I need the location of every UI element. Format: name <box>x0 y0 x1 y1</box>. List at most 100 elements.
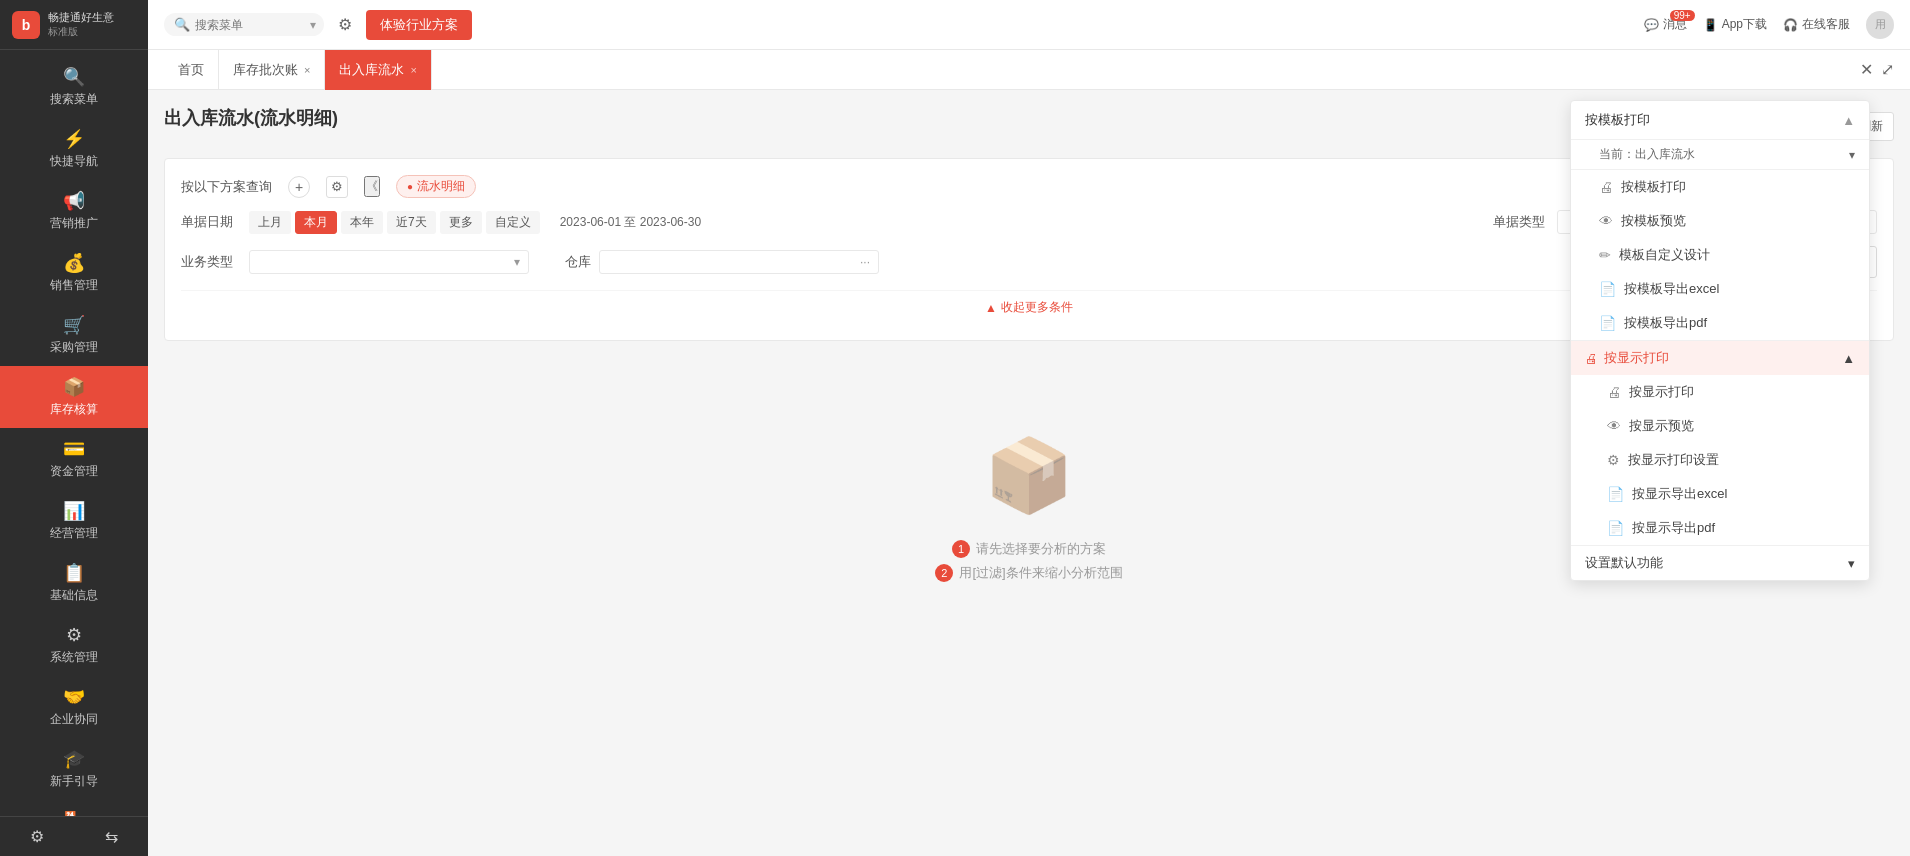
date-filter-tags: 上月本月本年近7天更多自定义 <box>249 211 540 234</box>
dropdown-display-display-export-excel[interactable]: 📄按显示导出excel <box>1571 477 1869 511</box>
enterprise-icon: 🤝 <box>63 686 85 708</box>
business-type-label: 业务类型 <box>181 253 233 271</box>
tabbar-right: ✕ ⤢ <box>1860 60 1894 79</box>
warehouse-select[interactable]: ··· <box>599 250 879 274</box>
display-print-label: 按显示打印 <box>1629 383 1694 401</box>
dropdown-item-template-print[interactable]: 🖨按模板打印 <box>1571 170 1869 204</box>
dropdown-current-template[interactable]: 当前：出入库流水 ▾ <box>1571 140 1869 170</box>
search-dropdown-icon[interactable]: ▾ <box>310 18 316 32</box>
dropdown-display-display-print[interactable]: 🖨 按显示打印 <box>1571 375 1869 409</box>
tab-home[interactable]: 首页 <box>164 50 219 90</box>
collapse-bar-label: 收起更多条件 <box>1001 299 1073 316</box>
dropdown-display-display-export-pdf[interactable]: 📄按显示导出pdf <box>1571 511 1869 545</box>
dropdown-display-display-preview[interactable]: 👁按显示预览 <box>1571 409 1869 443</box>
marketing-label: 营销推广 <box>50 215 98 232</box>
topbar: 🔍 ▾ ⚙ 体验行业方案 💬 消息 99+ 📱 App下载 🎧 在线客服 用 <box>148 0 1910 50</box>
search-input[interactable] <box>195 18 305 32</box>
sidebar-item-guide[interactable]: 🎓 新手引导 <box>0 738 148 800</box>
display-print-settings-icon: ⚙ <box>1607 452 1620 468</box>
tab-batch-close[interactable]: × <box>304 64 310 76</box>
sidebar-item-inventory[interactable]: 📦 库存核算 <box>0 366 148 428</box>
sidebar-item-search[interactable]: 🔍 搜索菜单 <box>0 56 148 118</box>
date-tag-上月[interactable]: 上月 <box>249 211 291 234</box>
sidebar-item-operations[interactable]: 📊 经营管理 <box>0 490 148 552</box>
display-export-excel-icon: 📄 <box>1607 486 1624 502</box>
marketing-icon: 📢 <box>63 190 85 212</box>
dropdown-header-arrow[interactable]: ▲ <box>1842 113 1855 128</box>
dropdown-item-template-customize[interactable]: ✏ 模板自定义设计 <box>1571 238 1869 272</box>
enterprise-label: 企业协同 <box>50 711 98 728</box>
filter-collapse-button[interactable]: 《 <box>364 176 380 197</box>
date-tag-本年[interactable]: 本年 <box>341 211 383 234</box>
trial-button[interactable]: 体验行业方案 <box>366 10 472 40</box>
display-print-settings-label: 按显示打印设置 <box>1628 451 1719 469</box>
sidebar-item-basics[interactable]: 📋 基础信息 <box>0 552 148 614</box>
dropdown-footer-arrow: ▾ <box>1848 556 1855 571</box>
sidebar-item-enterprise[interactable]: 🤝 企业协同 <box>0 676 148 738</box>
tab-batch-label: 库存批次账 <box>233 61 298 79</box>
type-label: 单据类型 <box>1493 213 1545 231</box>
dropdown-item-template-preview[interactable]: 👁按模板预览 <box>1571 204 1869 238</box>
guide-label: 新手引导 <box>50 773 98 790</box>
message-button[interactable]: 💬 消息 99+ <box>1644 16 1687 33</box>
headset-icon: 🎧 <box>1783 18 1798 32</box>
business-type-select[interactable]: ▾ <box>249 250 529 274</box>
tab-flow[interactable]: 出入库流水 × <box>325 50 431 90</box>
message-icon: 💬 <box>1644 18 1659 32</box>
purchase-icon: 🛒 <box>63 314 85 336</box>
sidebar-item-finance[interactable]: 💳 资金管理 <box>0 428 148 490</box>
search-icon: 🔍 <box>174 17 190 32</box>
online-service-button[interactable]: 🎧 在线客服 <box>1783 16 1850 33</box>
topbar-gear-icon[interactable]: ⚙ <box>338 15 352 34</box>
dropdown-item-template-export-pdf[interactable]: 📄按模板导出pdf <box>1571 306 1869 340</box>
quicknav-icon: ⚡ <box>63 128 85 150</box>
display-printer-icon: 🖨 <box>1585 351 1598 366</box>
sidebar-toggle-icon[interactable]: ⇆ <box>105 827 118 846</box>
quicknav-label: 快捷导航 <box>50 153 98 170</box>
tab-batch[interactable]: 库存批次账 × <box>219 50 325 90</box>
sidebar-nav: 🔍 搜索菜单 ⚡ 快捷导航 📢 营销推广 💰 销售管理 🛒 采购管理 📦 库存核… <box>0 50 148 816</box>
current-template-arrow: ▾ <box>1849 148 1855 162</box>
tab-close-all-icon[interactable]: ✕ <box>1860 60 1873 79</box>
filter-settings-button[interactable]: ⚙ <box>326 176 348 198</box>
template-customize-icon: ✏ <box>1599 247 1611 263</box>
display-export-pdf-label: 按显示导出pdf <box>1632 519 1715 537</box>
tab-flow-label: 出入库流水 <box>339 61 404 79</box>
dropdown-item-template-export-excel[interactable]: 📄按模板导出excel <box>1571 272 1869 306</box>
date-tag-本月[interactable]: 本月 <box>295 211 337 234</box>
dropdown-display-section-header[interactable]: 🖨 按显示打印 ▲ <box>1571 340 1869 375</box>
filter-breadcrumb-item[interactable]: ● 流水明细 <box>396 175 476 198</box>
inventory-label: 库存核算 <box>50 401 98 418</box>
template-customize-label: 模板自定义设计 <box>1619 246 1710 264</box>
inventory-icon: 📦 <box>63 376 85 398</box>
dropdown-footer[interactable]: 设置默认功能 ▾ <box>1571 545 1869 580</box>
sidebar-item-purchase[interactable]: 🛒 采购管理 <box>0 304 148 366</box>
sidebar-item-quicknav[interactable]: ⚡ 快捷导航 <box>0 118 148 180</box>
sidebar-item-marketing[interactable]: 📢 营销推广 <box>0 180 148 242</box>
empty-icon: 📦 <box>984 433 1074 518</box>
display-preview-icon: 👁 <box>1607 418 1621 434</box>
date-tag-自定义[interactable]: 自定义 <box>486 211 540 234</box>
topbar-right: 💬 消息 99+ 📱 App下载 🎧 在线客服 用 <box>1644 11 1894 39</box>
display-print-icon: 🖨 <box>1607 384 1621 400</box>
tab-flow-close[interactable]: × <box>410 64 416 76</box>
date-tag-近7天[interactable]: 近7天 <box>387 211 436 234</box>
display-section-label: 🖨 按显示打印 <box>1585 349 1669 367</box>
sidebar-settings-icon[interactable]: ⚙ <box>30 827 44 846</box>
sidebar: b 畅捷通好生意 标准版 🔍 搜索菜单 ⚡ 快捷导航 📢 营销推广 💰 销售管理… <box>0 0 148 856</box>
tab-expand-icon[interactable]: ⤢ <box>1881 60 1894 79</box>
user-avatar[interactable]: 用 <box>1866 11 1894 39</box>
app-download-label: App下载 <box>1722 16 1767 33</box>
sidebar-item-sales[interactable]: 💰 销售管理 <box>0 242 148 304</box>
tab-home-label: 首页 <box>178 61 204 79</box>
date-tag-更多[interactable]: 更多 <box>440 211 482 234</box>
basics-icon: 📋 <box>63 562 85 584</box>
app-download-button[interactable]: 📱 App下载 <box>1703 16 1767 33</box>
filter-add-button[interactable]: + <box>288 176 310 198</box>
filter-collapse-icon: 《 <box>366 178 378 195</box>
dropdown-template-items: 🖨按模板打印👁按模板预览 ✏ 模板自定义设计 📄按模板导出excel📄按模板导出pdf <box>1571 170 1869 340</box>
sidebar-item-appstore[interactable]: 🏪 应用中心 <box>0 800 148 816</box>
sidebar-item-system[interactable]: ⚙ 系统管理 <box>0 614 148 676</box>
breadcrumb-dot-icon: ● <box>407 181 413 192</box>
dropdown-display-display-print-settings[interactable]: ⚙ 按显示打印设置 <box>1571 443 1869 477</box>
